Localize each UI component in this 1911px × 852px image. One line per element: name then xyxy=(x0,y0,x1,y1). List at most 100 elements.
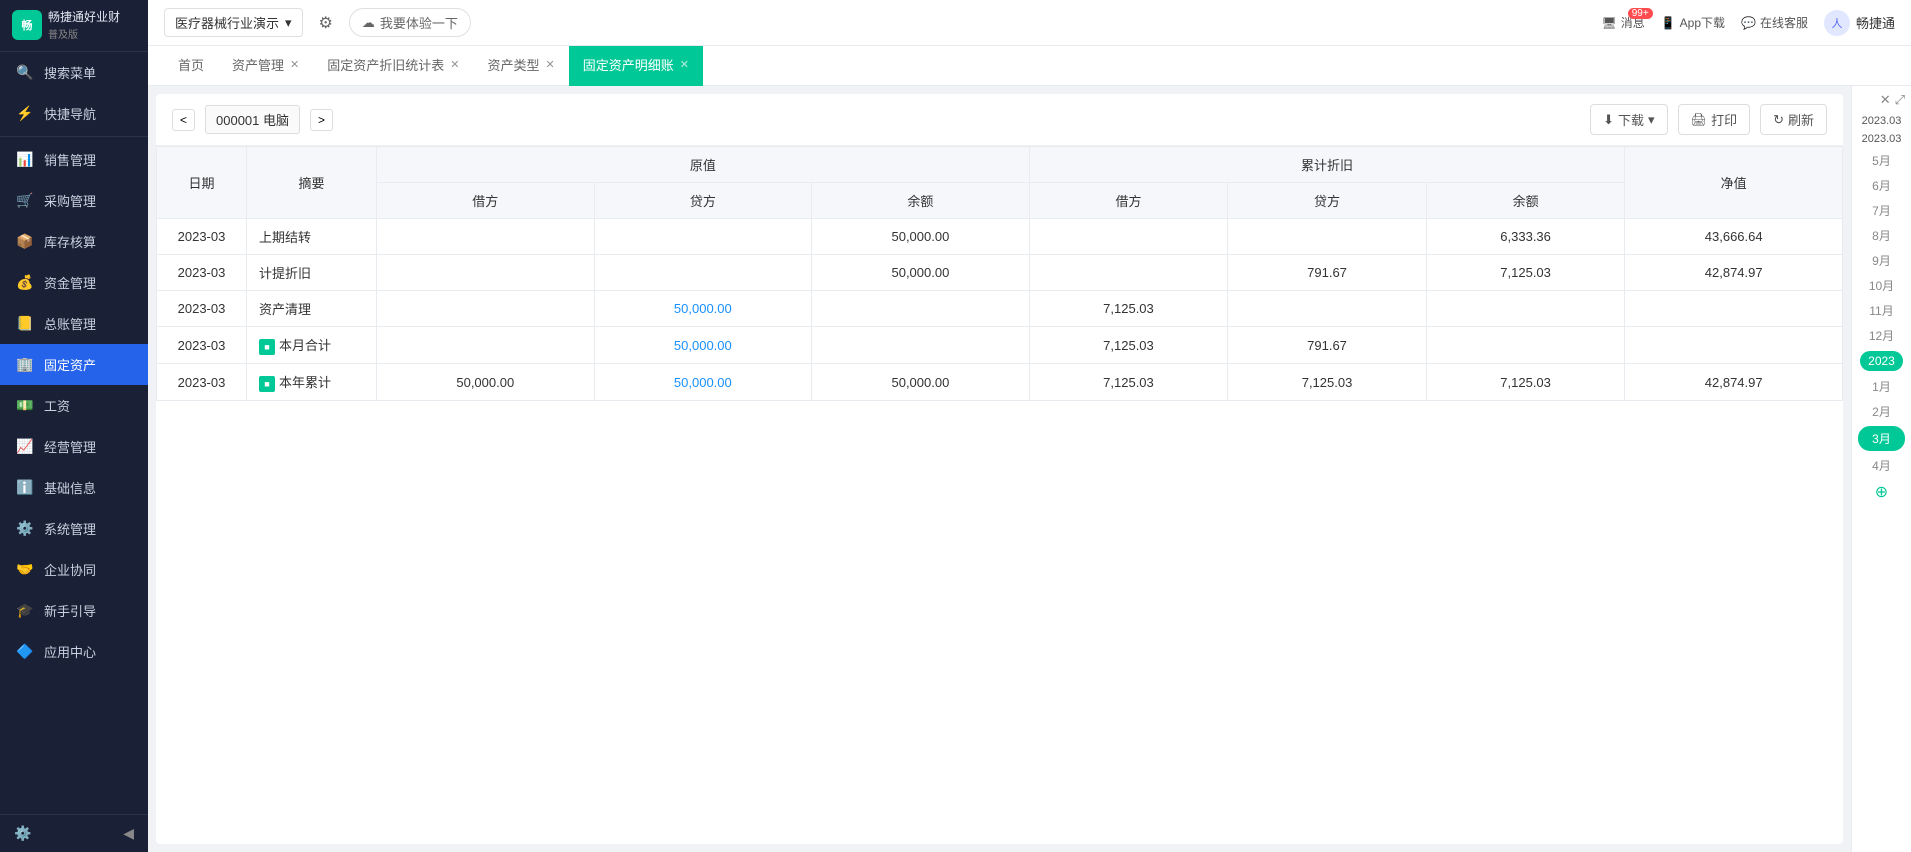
operations-icon: 📈 xyxy=(16,437,34,455)
tab-depreciation-close[interactable]: ✕ xyxy=(450,58,459,71)
customer-service-button[interactable]: 💬 在线客服 xyxy=(1741,14,1808,31)
time-month-12[interactable]: 12月 xyxy=(1852,323,1911,348)
download-icon: ⬇ xyxy=(1603,112,1614,128)
sidebar-item-sales[interactable]: 📊 销售管理 xyxy=(0,139,148,180)
sidebar-item-search[interactable]: 🔍 搜索菜单 xyxy=(0,52,148,93)
time-month-10[interactable]: 10月 xyxy=(1852,273,1911,298)
td-orig-debit xyxy=(377,255,595,291)
td-acc-credit: 791.67 xyxy=(1228,255,1427,291)
fixed-assets-icon: 🏢 xyxy=(16,355,34,373)
time-panel-close-button[interactable]: ✕ xyxy=(1880,92,1891,108)
messages-button[interactable]: 🖥 消息 99+ xyxy=(1601,14,1644,31)
td-net-value xyxy=(1625,327,1843,364)
company-selector[interactable]: 医疗器械行业演示 ▾ xyxy=(164,8,303,37)
download-button[interactable]: ⬇ 下载 ▾ xyxy=(1590,104,1667,135)
sidebar-item-guide[interactable]: 🎓 新手引导 xyxy=(0,590,148,631)
td-acc-credit xyxy=(1228,219,1427,255)
tab-asset-mgmt[interactable]: 资产管理 ✕ xyxy=(218,46,313,86)
collapse-icon[interactable]: ◀ xyxy=(123,825,134,842)
time-scroll-down[interactable]: ⊕ xyxy=(1852,478,1911,506)
sidebar-item-fixed-assets[interactable]: 🏢 固定资产 xyxy=(0,344,148,385)
sidebar-item-finance[interactable]: 💰 资金管理 xyxy=(0,262,148,303)
td-acc-debit: 7,125.03 xyxy=(1029,364,1228,401)
tab-asset-mgmt-label: 资产管理 xyxy=(232,55,284,74)
tab-asset-type-close[interactable]: ✕ xyxy=(546,58,555,71)
tab-home-label: 首页 xyxy=(178,55,204,74)
app-download-button[interactable]: 📱 App下载 xyxy=(1661,14,1725,31)
sidebar-item-system[interactable]: ⚙️ 系统管理 xyxy=(0,508,148,549)
time-month-7[interactable]: 7月 xyxy=(1852,198,1911,223)
experience-cloud-icon: ☁ xyxy=(362,15,375,31)
sidebar-item-label: 采购管理 xyxy=(44,191,96,210)
refresh-button[interactable]: ↻ 刷新 xyxy=(1760,104,1827,135)
td-orig-balance xyxy=(812,327,1030,364)
print-button[interactable]: 🖨 打印 xyxy=(1678,104,1751,135)
td-acc-debit: 7,125.03 xyxy=(1029,291,1228,327)
ledger-icon: 📒 xyxy=(16,314,34,332)
time-month-8[interactable]: 8月 xyxy=(1852,223,1911,248)
table-row: 2023-03 资产清理 50,000.00 7,125.03 xyxy=(157,291,1843,327)
td-date: 2023-03 xyxy=(157,327,247,364)
sidebar-item-ledger[interactable]: 📒 总账管理 xyxy=(0,303,148,344)
tab-asset-mgmt-close[interactable]: ✕ xyxy=(290,58,299,71)
sidebar-item-label: 总账管理 xyxy=(44,314,96,333)
time-month-1[interactable]: 1月 xyxy=(1852,374,1911,399)
messages-icon: 🖥 xyxy=(1601,16,1616,30)
th-orig-balance: 余额 xyxy=(812,183,1030,219)
td-memo: ■本月合计 xyxy=(247,327,377,364)
enterprise-icon: 🤝 xyxy=(16,560,34,578)
td-orig-credit: 50,000.00 xyxy=(594,364,812,401)
time-month-3-active[interactable]: 3月 xyxy=(1858,426,1905,451)
settings-icon[interactable]: ⚙️ xyxy=(14,825,31,842)
system-icon: ⚙️ xyxy=(16,519,34,537)
td-acc-debit xyxy=(1029,219,1228,255)
td-orig-debit xyxy=(377,219,595,255)
td-acc-balance: 7,125.03 xyxy=(1426,255,1625,291)
td-date: 2023-03 xyxy=(157,291,247,327)
sidebar-item-label: 应用中心 xyxy=(44,642,96,661)
tab-asset-type[interactable]: 资产类型 ✕ xyxy=(473,46,568,86)
avatar: 人 xyxy=(1824,10,1850,36)
sidebar-item-apps[interactable]: 🔷 应用中心 xyxy=(0,631,148,672)
guide-icon: 🎓 xyxy=(16,601,34,619)
tab-depreciation-table[interactable]: 固定资产折旧统计表 ✕ xyxy=(313,46,473,86)
sidebar-item-purchase[interactable]: 🛒 采购管理 xyxy=(0,180,148,221)
sidebar-item-basic-info[interactable]: ℹ️ 基础信息 xyxy=(0,467,148,508)
finance-icon: 💰 xyxy=(16,273,34,291)
time-month-6[interactable]: 6月 xyxy=(1852,173,1911,198)
sidebar-item-operations[interactable]: 📈 经营管理 xyxy=(0,426,148,467)
next-asset-button[interactable]: > xyxy=(310,109,333,131)
time-month-4[interactable]: 4月 xyxy=(1852,453,1911,478)
user-menu[interactable]: 人 畅捷通 xyxy=(1824,10,1895,36)
sidebar-item-payroll[interactable]: 💵 工资 xyxy=(0,385,148,426)
time-year-badge[interactable]: 2023 xyxy=(1860,351,1903,371)
prev-asset-button[interactable]: < xyxy=(172,109,195,131)
search-icon: 🔍 xyxy=(16,63,34,81)
td-acc-balance: 7,125.03 xyxy=(1426,364,1625,401)
settings-button[interactable]: ⚙ xyxy=(315,9,337,37)
tab-home[interactable]: 首页 xyxy=(164,46,218,86)
time-month-5[interactable]: 5月 xyxy=(1852,148,1911,173)
logo-title: 畅捷通好业财 xyxy=(48,10,120,26)
time-panel-expand-button[interactable]: ⤢ xyxy=(1895,92,1905,108)
messages-badge: 99+ xyxy=(1628,8,1653,19)
td-acc-balance xyxy=(1426,291,1625,327)
sidebar-item-inventory[interactable]: 📦 库存核算 xyxy=(0,221,148,262)
sidebar-item-quick-nav[interactable]: ⚡ 快捷导航 xyxy=(0,93,148,134)
tab-asset-detail-close[interactable]: ✕ xyxy=(680,58,689,71)
sidebar-item-enterprise[interactable]: 🤝 企业协同 xyxy=(0,549,148,590)
logo-sub: 普及版 xyxy=(48,26,120,41)
time-month-11[interactable]: 11月 xyxy=(1852,298,1911,323)
td-acc-credit xyxy=(1228,291,1427,327)
sidebar-item-label: 库存核算 xyxy=(44,232,96,251)
experience-button[interactable]: ☁ 我要体验一下 xyxy=(349,8,471,37)
time-month-2[interactable]: 2月 xyxy=(1852,399,1911,424)
time-month-9[interactable]: 9月 xyxy=(1852,248,1911,273)
td-orig-balance: 50,000.00 xyxy=(812,255,1030,291)
tab-asset-detail[interactable]: 固定资产明细账 ✕ xyxy=(569,46,703,86)
td-memo: ■本年累计 xyxy=(247,364,377,401)
td-net-value: 43,666.64 xyxy=(1625,219,1843,255)
td-orig-balance: 50,000.00 xyxy=(812,364,1030,401)
td-acc-credit: 7,125.03 xyxy=(1228,364,1427,401)
td-orig-credit: 50,000.00 xyxy=(594,291,812,327)
